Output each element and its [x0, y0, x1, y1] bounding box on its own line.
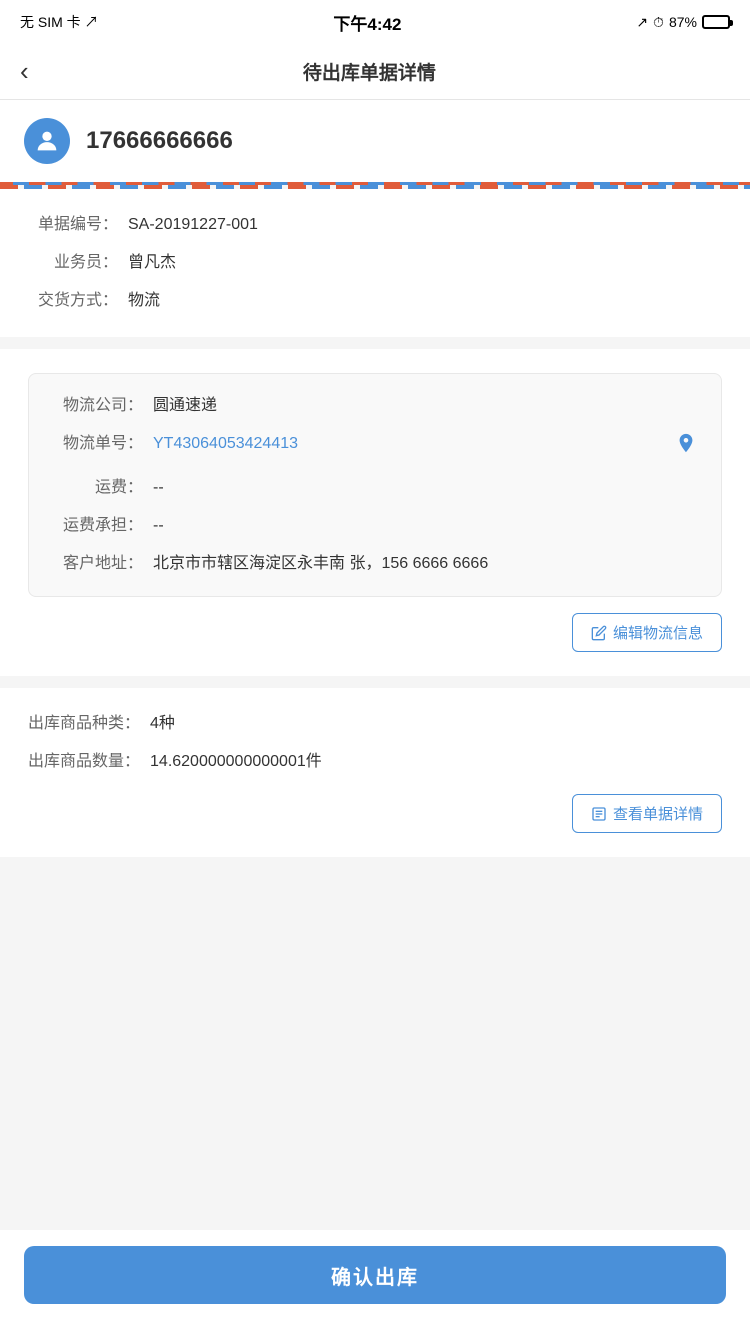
logistics-company-row: 物流公司： 圆通速递: [53, 394, 697, 418]
delivery-method-value: 物流: [128, 289, 722, 313]
status-right: ↗ ⏱ 87%: [636, 14, 730, 31]
basic-info-section: 单据编号： SA-20191227-001 业务员： 曾凡杰 交货方式： 物流: [0, 189, 750, 337]
document-icon: [591, 806, 607, 822]
goods-quantity-value: 14.620000000000001件: [150, 750, 722, 774]
view-details-label: 查看单据详情: [613, 803, 703, 824]
battery-icon: [702, 15, 730, 29]
tracking-number-label: 物流单号：: [53, 432, 143, 456]
back-button[interactable]: ‹: [20, 51, 39, 92]
user-phone: 17666666666: [86, 127, 233, 155]
edit-btn-row: 编辑物流信息: [28, 613, 722, 652]
avatar: [24, 118, 70, 164]
document-number-row: 单据编号： SA-20191227-001: [28, 213, 722, 237]
goods-quantity-label: 出库商品数量：: [28, 750, 140, 774]
sales-rep-label: 业务员：: [28, 251, 118, 275]
delivery-method-label: 交货方式：: [28, 289, 118, 313]
tracking-number-row: 物流单号： YT43064053424413: [53, 432, 697, 462]
location-icon: ↗: [636, 14, 648, 31]
edit-logistics-label: 编辑物流信息: [613, 622, 703, 643]
goods-type-label: 出库商品种类：: [28, 712, 140, 736]
confirm-btn-wrap: 确认出库: [0, 1230, 750, 1334]
edit-logistics-button[interactable]: 编辑物流信息: [572, 613, 722, 652]
freight-row: 运费： --: [53, 476, 697, 500]
address-value: 北京市市辖区海淀区永丰南 张，156 6666 6666: [153, 552, 697, 576]
battery-percent: 87%: [669, 14, 697, 30]
goods-section: 出库商品种类： 4种 出库商品数量： 14.620000000000001件 查…: [0, 688, 750, 857]
status-left: 无 SIM 卡 ↗: [20, 12, 99, 32]
freight-label: 运费：: [53, 476, 143, 500]
logistics-box: 物流公司： 圆通速递 物流单号： YT43064053424413 运费： --…: [28, 373, 722, 597]
goods-quantity-row: 出库商品数量： 14.620000000000001件: [28, 750, 722, 774]
alarm-icon: ⏱: [653, 14, 664, 31]
address-row: 客户地址： 北京市市辖区海淀区永丰南 张，156 6666 6666: [53, 552, 697, 576]
view-btn-row: 查看单据详情: [28, 794, 722, 833]
page-title: 待出库单据详情: [39, 58, 700, 85]
location-track-icon[interactable]: [675, 432, 697, 462]
status-bar: 无 SIM 卡 ↗ 下午4:42 ↗ ⏱ 87%: [0, 0, 750, 44]
confirm-outbound-button[interactable]: 确认出库: [24, 1246, 726, 1304]
address-label: 客户地址：: [53, 552, 143, 576]
nav-bar: ‹ 待出库单据详情: [0, 44, 750, 100]
sales-rep-value: 曾凡杰: [128, 251, 722, 275]
logistics-section: 物流公司： 圆通速递 物流单号： YT43064053424413 运费： --…: [0, 349, 750, 676]
user-header: 17666666666: [0, 100, 750, 185]
document-number-label: 单据编号：: [28, 213, 118, 237]
freight-bear-row: 运费承担： --: [53, 514, 697, 538]
edit-icon: [591, 625, 607, 641]
freight-bear-label: 运费承担：: [53, 514, 143, 538]
user-icon: [33, 127, 61, 155]
sales-rep-row: 业务员： 曾凡杰: [28, 251, 722, 275]
freight-bear-value: --: [153, 514, 697, 538]
delivery-method-row: 交货方式： 物流: [28, 289, 722, 313]
status-time: 下午4:42: [333, 10, 401, 35]
logistics-company-value: 圆通速递: [153, 394, 697, 418]
document-number-value: SA-20191227-001: [128, 213, 722, 237]
goods-type-value: 4种: [150, 712, 722, 736]
logistics-company-label: 物流公司：: [53, 394, 143, 418]
freight-value: --: [153, 476, 697, 500]
goods-type-row: 出库商品种类： 4种: [28, 712, 722, 736]
tracking-number-value: YT43064053424413: [153, 432, 663, 456]
bottom-space: [0, 869, 750, 1049]
view-details-button[interactable]: 查看单据详情: [572, 794, 722, 833]
